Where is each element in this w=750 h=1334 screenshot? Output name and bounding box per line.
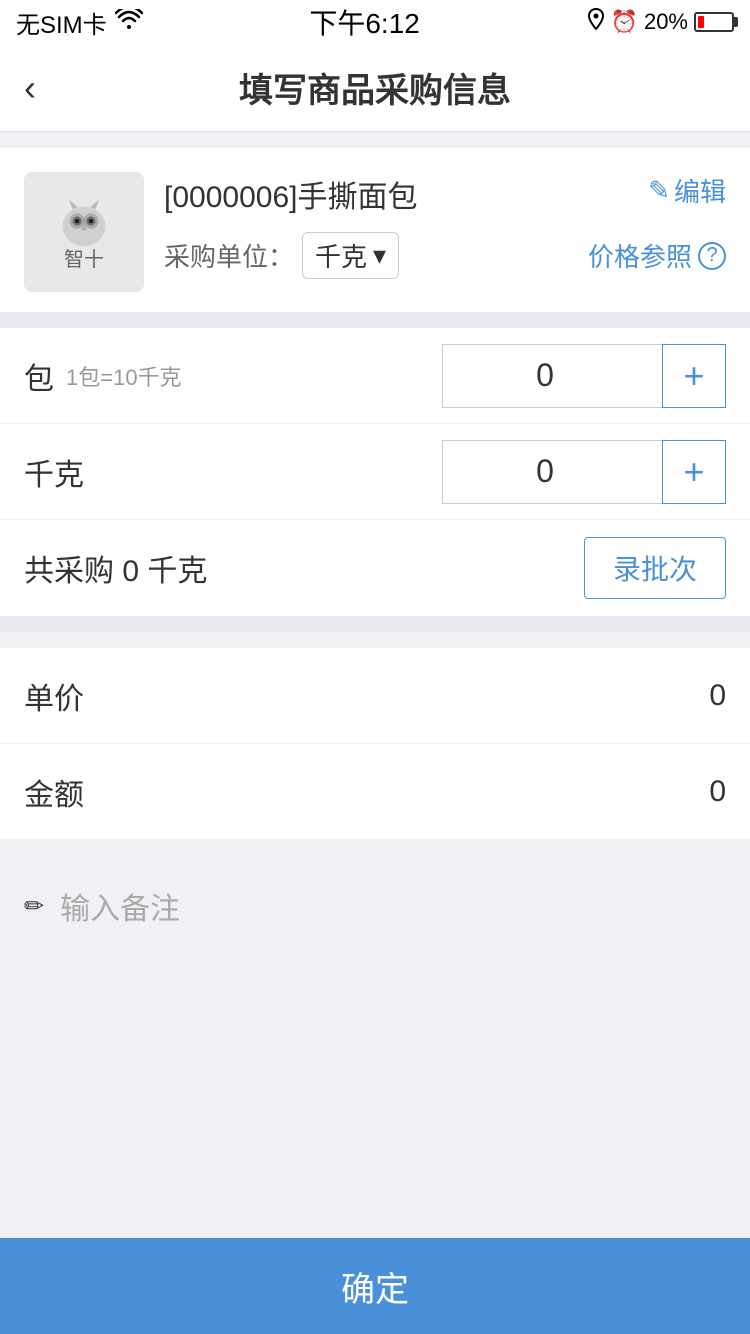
content-spacer — [0, 956, 750, 1256]
price-ref-label: 价格参照 — [588, 237, 692, 274]
alarm-icon: ⏰ — [611, 9, 638, 35]
summary-text: 共采购 0 千克 — [24, 546, 207, 590]
product-header: [0000006]手撕面包 ✎ 编辑 — [164, 172, 726, 216]
status-left: 无SIM卡 — [16, 5, 143, 40]
unit-price-row: 单价 0 — [0, 648, 750, 744]
bag-plus-button[interactable]: + — [662, 344, 726, 408]
summary-prefix: 共采购 — [24, 555, 114, 588]
info-icon: ? — [698, 242, 726, 270]
product-logo: 智十 — [44, 192, 124, 272]
bag-label: 包 1包=10千克 — [24, 354, 182, 398]
notes-section[interactable]: ✏ 输入备注 — [0, 856, 750, 956]
bag-sub-label: 1包=10千克 — [66, 360, 182, 392]
kg-input-row: 千克 + — [0, 424, 750, 520]
product-name: [0000006]手撕面包 — [164, 172, 417, 216]
summary-suffix: 千克 — [147, 555, 207, 588]
bag-input-right: + — [442, 344, 726, 408]
location-icon — [587, 8, 605, 36]
unit-dropdown[interactable]: 千克 ▾ — [302, 232, 399, 279]
price-ref-button[interactable]: 价格参照 ? — [588, 237, 726, 274]
amount-row: 金额 0 — [0, 744, 750, 840]
edit-icon: ✎ — [648, 175, 670, 206]
summary-row: 共采购 0 千克 录批次 — [0, 520, 750, 616]
price-section: 单价 0 金额 0 — [0, 648, 750, 840]
unit-row: 采购单位： 千克 ▾ 价格参照 ? — [164, 232, 726, 279]
product-card: 智十 [0000006]手撕面包 ✎ 编辑 采购单位： 千克 ▾ 价格参照 ? — [0, 148, 750, 312]
back-button[interactable]: ‹ — [24, 67, 36, 109]
unit-price-label: 单价 — [24, 674, 84, 718]
unit-price-value: 0 — [709, 679, 726, 713]
edit-label: 编辑 — [674, 172, 726, 209]
logo-text: 智十 — [64, 243, 104, 272]
battery-percent: 20% — [644, 9, 688, 35]
product-image: 智十 — [24, 172, 144, 292]
amount-value: 0 — [709, 775, 726, 809]
status-right: ⏰ 20% — [587, 8, 734, 36]
unit-label: 采购单位： — [164, 237, 294, 274]
battery-icon — [694, 12, 734, 32]
unit-selector[interactable]: 采购单位： 千克 ▾ — [164, 232, 399, 279]
kg-quantity-input[interactable] — [442, 440, 662, 504]
wifi-icon — [115, 8, 143, 36]
page-title: 填写商品采购信息 — [239, 63, 511, 112]
input-section: 包 1包=10千克 + 千克 + — [0, 328, 750, 520]
pencil-icon: ✏ — [24, 892, 44, 921]
confirm-button[interactable]: 确定 — [0, 1238, 750, 1334]
notes-input-placeholder: 输入备注 — [60, 884, 180, 928]
bag-quantity-input[interactable] — [442, 344, 662, 408]
divider-2 — [0, 616, 750, 632]
nav-bar: ‹ 填写商品采购信息 — [0, 44, 750, 132]
edit-button[interactable]: ✎ 编辑 — [648, 172, 726, 209]
kg-input-right: + — [442, 440, 726, 504]
kg-label: 千克 — [24, 450, 84, 494]
status-bar: 无SIM卡 下午6:12 ⏰ 20% — [0, 0, 750, 44]
amount-label: 金额 — [24, 770, 84, 814]
product-info: [0000006]手撕面包 ✎ 编辑 采购单位： 千克 ▾ 价格参照 ? — [164, 172, 726, 279]
unit-value: 千克 — [315, 237, 367, 274]
kg-plus-button[interactable]: + — [662, 440, 726, 504]
dropdown-arrow: ▾ — [373, 240, 386, 271]
divider-1 — [0, 312, 750, 328]
bag-input-row: 包 1包=10千克 + — [0, 328, 750, 424]
summary-value: 0 — [122, 555, 139, 588]
carrier-label: 无SIM卡 — [16, 5, 107, 40]
batch-button[interactable]: 录批次 — [584, 537, 726, 599]
status-time: 下午6:12 — [309, 2, 420, 42]
